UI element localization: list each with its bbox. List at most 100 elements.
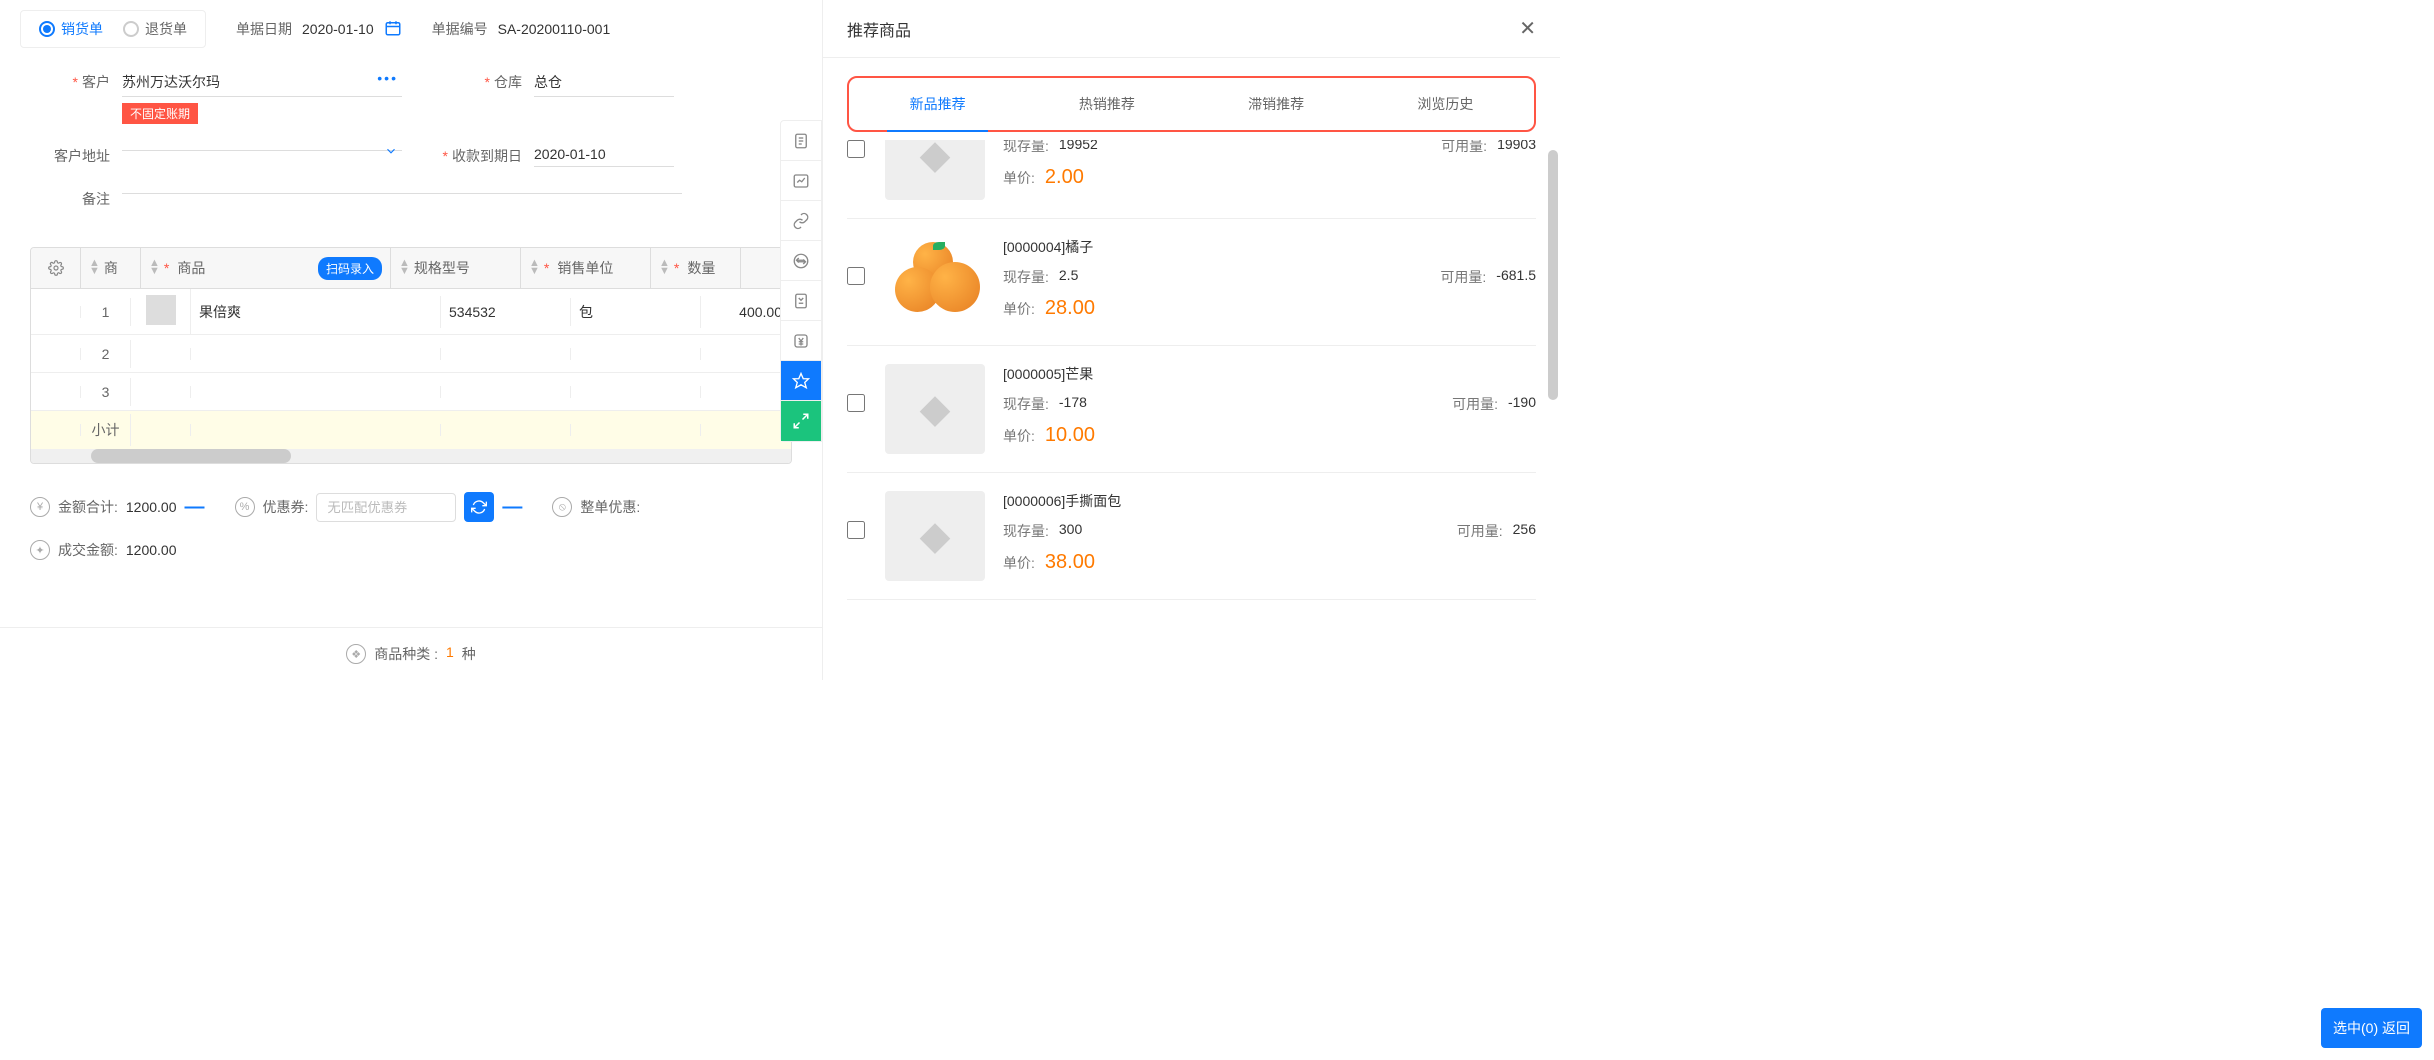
- sort-icon: ▲▼: [529, 260, 540, 275]
- side-toolbar: [780, 120, 822, 442]
- calendar-icon[interactable]: [384, 19, 402, 40]
- recommendation-tabs: 新品推荐 热销推荐 滞销推荐 浏览历史: [847, 76, 1536, 132]
- scan-button[interactable]: 扫码录入: [318, 257, 382, 280]
- product-checkbox-wrap: [847, 491, 867, 542]
- radio-checked-icon: [39, 21, 55, 37]
- sort-icon: ▲▼: [399, 260, 410, 275]
- product-list[interactable]: ◆ 250ml 现存量:19952 可用量:19903 单价:2.00: [823, 140, 1560, 680]
- product-card: ◆ [0000006]手撕面包 现存量:300 可用量:256 单价:38.00: [847, 473, 1536, 600]
- col-image[interactable]: ▲▼ 商: [81, 248, 141, 288]
- product-type-icon: ❖: [346, 644, 366, 664]
- tab-browse-history[interactable]: 浏览历史: [1361, 82, 1530, 126]
- tool-receipt-icon[interactable]: [781, 281, 821, 321]
- col-qty[interactable]: ▲▼ *数量: [651, 248, 741, 288]
- date-value[interactable]: 2020-01-10: [302, 21, 374, 37]
- date-label: 单据日期: [236, 19, 292, 39]
- deal-amount-row: ✦ 成交金额: 1200.00: [0, 540, 822, 578]
- customer-field: *客户 苏州万达沃尔玛 ••• 不固定账期: [30, 68, 402, 124]
- col-settings[interactable]: [31, 248, 81, 288]
- tool-swap-icon[interactable]: [781, 241, 821, 281]
- table-row[interactable]: 3: [31, 373, 791, 411]
- bottom-bar: ❖ 商品种类 : 1 种: [0, 627, 822, 680]
- address-input[interactable]: [122, 142, 402, 151]
- col-unit[interactable]: ▲▼ *销售单位: [521, 248, 651, 288]
- account-period-badge: 不固定账期: [122, 103, 198, 124]
- yen-icon: ¥: [30, 497, 50, 517]
- tool-link-icon[interactable]: [781, 201, 821, 241]
- tab-sales-label: 销货单: [61, 19, 103, 39]
- order-discount: ⦸ 整单优惠:: [552, 497, 640, 517]
- summary-row: ¥ 金额合计: 1200.00 — % 优惠券: — ⦸ 整单优惠:: [0, 474, 822, 540]
- radio-unchecked-icon: [123, 21, 139, 37]
- warehouse-input[interactable]: 总仓: [534, 68, 674, 97]
- sales-order-panel: 销货单 退货单 单据日期 2020-01-10 单据编号 SA-20200110…: [0, 0, 822, 680]
- tab-new-products[interactable]: 新品推荐: [853, 82, 1022, 126]
- more-icon[interactable]: •••: [377, 70, 398, 86]
- sort-icon: ▲▼: [149, 260, 160, 275]
- coupon-field: % 优惠券: —: [235, 492, 523, 522]
- tool-star-icon[interactable]: [781, 361, 821, 401]
- col-product[interactable]: ▲▼ *商品 扫码录入: [141, 248, 391, 288]
- doc-no-field: 单据编号 SA-20200110-001: [432, 19, 611, 39]
- product-image-placeholder: ◆: [885, 140, 985, 200]
- product-name: [0000004]橘子: [1003, 237, 1536, 257]
- product-checkbox[interactable]: [847, 267, 865, 285]
- product-checkbox[interactable]: [847, 140, 865, 158]
- remark-field: 备注: [30, 185, 682, 209]
- tab-return-order[interactable]: 退货单: [123, 19, 187, 39]
- refresh-button[interactable]: [464, 492, 494, 522]
- product-card: ◆ 250ml 现存量:19952 可用量:19903 单价:2.00: [847, 140, 1536, 219]
- table-body: 1 果倍爽 534532 包 400.00 2: [31, 289, 791, 449]
- doc-type-tabs: 销货单 退货单: [20, 10, 206, 48]
- due-date-input[interactable]: 2020-01-10: [534, 142, 674, 167]
- customer-input[interactable]: 苏州万达沃尔玛 •••: [122, 68, 402, 97]
- minus-icon: —: [185, 496, 205, 519]
- tool-expand-icon[interactable]: [781, 401, 821, 441]
- doc-no-label: 单据编号: [432, 19, 488, 39]
- product-image-placeholder: ◆: [885, 364, 985, 454]
- product-checkbox[interactable]: [847, 394, 865, 412]
- deal-amount: ✦ 成交金额: 1200.00: [30, 540, 177, 560]
- items-table: ▲▼ 商 ▲▼ *商品 扫码录入 ▲▼ 规格型号 ▲▼ *销售单位 ▲▼: [30, 247, 792, 464]
- vertical-scrollbar-thumb[interactable]: [1548, 150, 1558, 400]
- product-thumb: [146, 295, 176, 325]
- selected-return-button[interactable]: 选中(0) 返回: [2321, 1008, 2422, 1048]
- doc-date-field: 单据日期 2020-01-10: [236, 19, 402, 40]
- discount-icon: ⦸: [552, 497, 572, 517]
- tab-slow-products[interactable]: 滞销推荐: [1192, 82, 1361, 126]
- address-field: 客户地址: [30, 142, 402, 167]
- close-button[interactable]: ✕: [1519, 16, 1536, 41]
- total-amount: ¥ 金额合计: 1200.00 —: [30, 496, 205, 519]
- product-checkbox[interactable]: [847, 521, 865, 539]
- coupon-input[interactable]: [316, 493, 456, 522]
- product-image-placeholder: ◆: [885, 491, 985, 581]
- product-image-orange: [885, 237, 985, 327]
- col-spec[interactable]: ▲▼ 规格型号: [391, 248, 521, 288]
- panel-title: 推荐商品: [847, 17, 911, 41]
- table-row[interactable]: 1 果倍爽 534532 包 400.00: [31, 289, 791, 335]
- tool-doc-icon[interactable]: [781, 121, 821, 161]
- horizontal-scrollbar[interactable]: [31, 449, 791, 463]
- table-header: ▲▼ 商 ▲▼ *商品 扫码录入 ▲▼ 规格型号 ▲▼ *销售单位 ▲▼: [31, 248, 791, 289]
- product-checkbox-wrap: [847, 237, 867, 288]
- subtotal-row: 小计: [31, 411, 791, 449]
- product-card: ◆ [0000005]芒果 现存量:-178 可用量:-190 单价:10.00: [847, 346, 1536, 473]
- product-name: [0000006]手撕面包: [1003, 491, 1536, 511]
- chevron-down-icon[interactable]: [384, 144, 398, 161]
- gear-icon: [48, 260, 64, 276]
- deal-icon: ✦: [30, 540, 50, 560]
- tool-chart-icon[interactable]: [781, 161, 821, 201]
- sort-icon: ▲▼: [659, 260, 670, 275]
- tab-hot-products[interactable]: 热销推荐: [1022, 82, 1191, 126]
- product-checkbox-wrap: [847, 364, 867, 415]
- tab-sales-order[interactable]: 销货单: [39, 19, 103, 39]
- warehouse-field: *仓库 总仓: [442, 68, 674, 124]
- minus-icon: —: [502, 496, 522, 519]
- table-row[interactable]: 2: [31, 335, 791, 373]
- order-form: *客户 苏州万达沃尔玛 ••• 不固定账期 *仓库 总仓: [0, 58, 822, 237]
- scrollbar-thumb[interactable]: [91, 449, 291, 463]
- document-header: 销货单 退货单 单据日期 2020-01-10 单据编号 SA-20200110…: [0, 0, 822, 58]
- tab-return-label: 退货单: [145, 19, 187, 39]
- remark-input[interactable]: [122, 185, 682, 194]
- tool-currency-icon[interactable]: [781, 321, 821, 361]
